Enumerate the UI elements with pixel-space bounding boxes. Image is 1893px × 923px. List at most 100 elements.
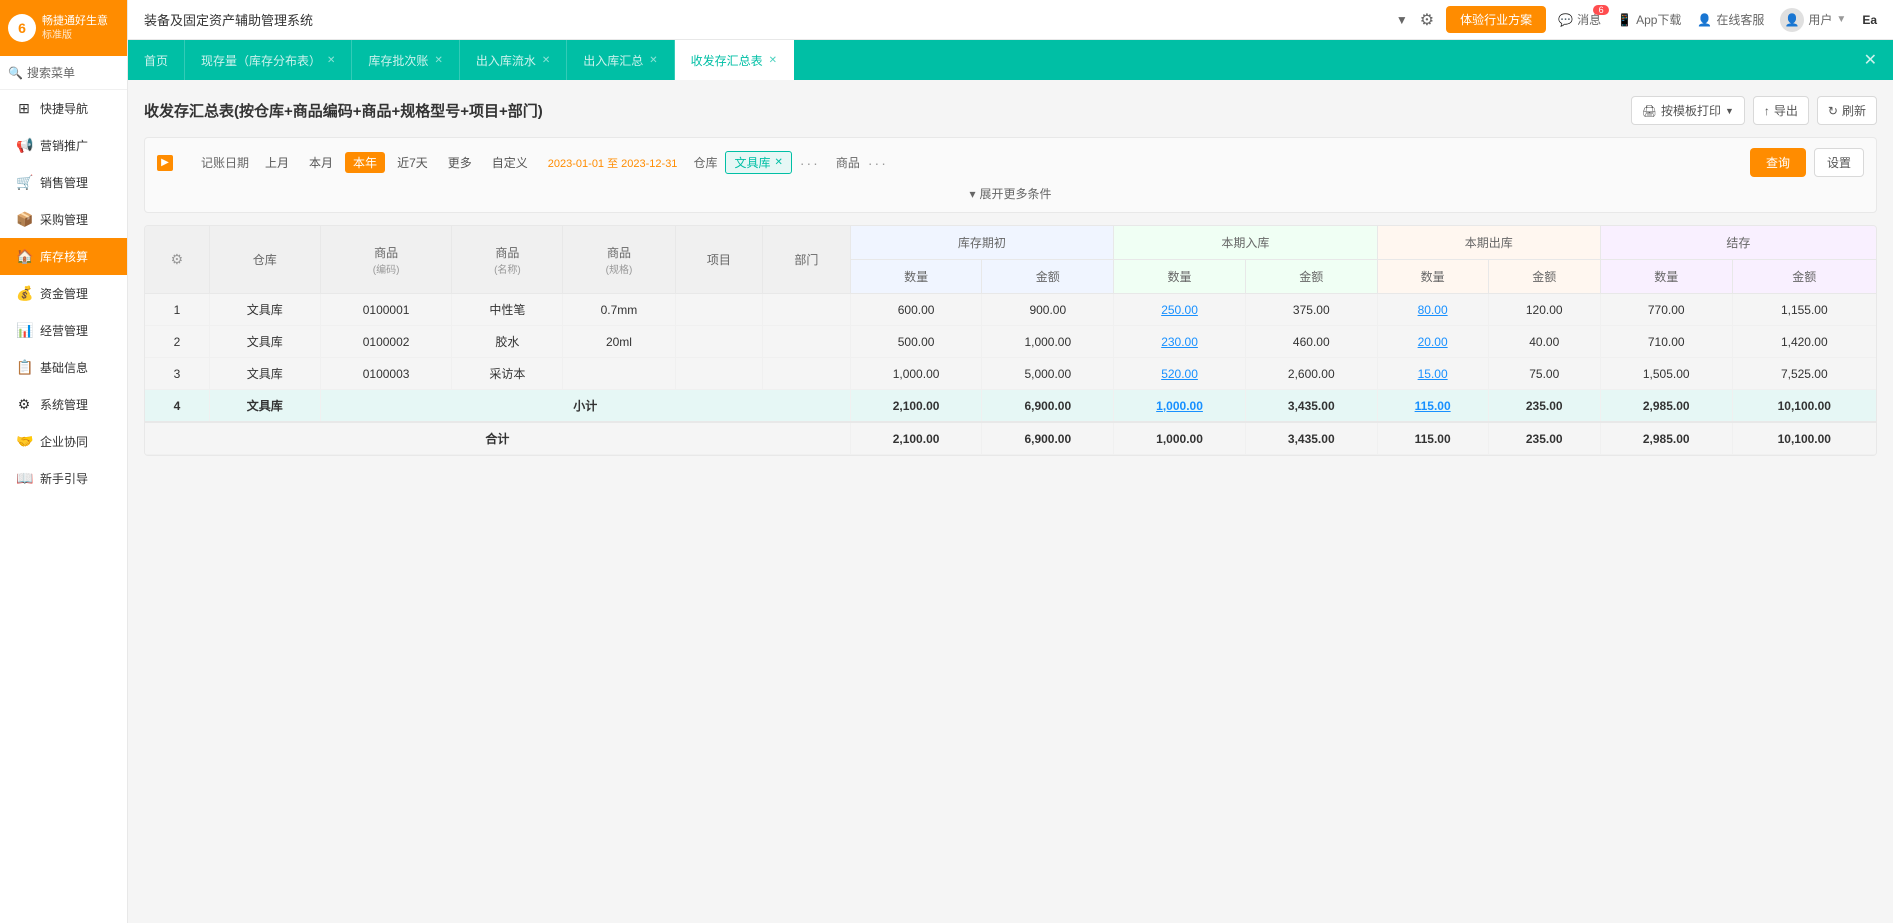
- col-department-header: 部门: [763, 226, 851, 294]
- tab-batch-close[interactable]: ✕: [434, 55, 442, 66]
- tab-receive-summary-label: 收发存汇总表: [691, 52, 763, 69]
- col-opening-qty: 数量: [850, 260, 982, 294]
- subtotal-opening-qty: 2,100.00: [850, 390, 982, 423]
- sidebar-search[interactable]: 🔍 搜索菜单: [0, 56, 127, 90]
- row1-in-amt: 375.00: [1245, 294, 1377, 326]
- sidebar-item-marketing[interactable]: 📢 营销推广: [0, 127, 127, 164]
- footer-closing-qty: 2,985.00: [1600, 422, 1732, 455]
- refresh-btn[interactable]: ↻ 刷新: [1817, 96, 1877, 125]
- notification-item[interactable]: 💬 消息 6: [1558, 11, 1601, 28]
- expand-more-btn[interactable]: ▾ 展开更多条件: [969, 185, 1051, 202]
- date-option-more[interactable]: 更多: [440, 152, 480, 173]
- sidebar-item-system[interactable]: ⚙ 系统管理: [0, 386, 127, 423]
- dropdown-icon: ▼: [1396, 13, 1408, 27]
- row2-closing-amt: 1,420.00: [1732, 326, 1876, 358]
- table-row: 3 文具库 0100003 采访本 1,000.00 5,000.00 520.…: [145, 358, 1876, 390]
- row2-out-qty[interactable]: 20.00: [1377, 326, 1488, 358]
- operations-icon: 📊: [16, 322, 32, 339]
- finance-icon: 💰: [16, 285, 32, 302]
- row3-out-qty[interactable]: 15.00: [1377, 358, 1488, 390]
- tab-receive-summary-close[interactable]: ✕: [769, 55, 777, 66]
- user-item[interactable]: 👤 用户 ▼: [1780, 8, 1846, 32]
- subtotal-in-qty[interactable]: 1,000.00: [1114, 390, 1246, 423]
- tab-inout-flow-close[interactable]: ✕: [542, 55, 550, 66]
- print-label: 按模板打印: [1661, 102, 1721, 119]
- expand-icon: ▾: [969, 187, 975, 201]
- sidebar-label-marketing: 营销推广: [40, 137, 88, 154]
- service-icon: 👤: [1697, 13, 1712, 27]
- tab-batch[interactable]: 库存批次账 ✕: [352, 40, 459, 80]
- subtotal-in-amt: 3,435.00: [1245, 390, 1377, 423]
- filter-toggle-arrow[interactable]: ▶: [157, 155, 173, 171]
- tab-home[interactable]: 首页: [128, 40, 185, 80]
- page-actions: 🖨 按模板打印 ▼ ↑ 导出 ↻ 刷新: [1631, 96, 1877, 125]
- tab-inout-summary[interactable]: 出入库汇总 ✕: [567, 40, 674, 80]
- tabbar-close-all[interactable]: ✕: [1848, 50, 1893, 70]
- experience-btn[interactable]: 体验行业方案: [1446, 6, 1546, 33]
- sidebar-label-purchase: 采购管理: [40, 211, 88, 228]
- guide-icon: 📖: [16, 470, 32, 487]
- tab-inout-flow[interactable]: 出入库流水 ✕: [460, 40, 567, 80]
- date-option-this-month[interactable]: 本月: [301, 152, 341, 173]
- sidebar-item-cooperation[interactable]: 🤝 企业协同: [0, 423, 127, 460]
- date-option-this-year[interactable]: 本年: [345, 152, 385, 173]
- row1-in-qty[interactable]: 250.00: [1114, 294, 1246, 326]
- sidebar-item-inventory[interactable]: 🏠 库存核算: [0, 238, 127, 275]
- product-dots[interactable]: ···: [868, 155, 888, 171]
- row2-in-qty[interactable]: 230.00: [1114, 326, 1246, 358]
- warehouse-label: 仓库: [693, 154, 717, 171]
- row3-product-name: 采访本: [452, 358, 563, 390]
- cooperation-icon: 🤝: [16, 433, 32, 450]
- row2-in-amt: 460.00: [1245, 326, 1377, 358]
- subtotal-out-qty[interactable]: 115.00: [1377, 390, 1488, 423]
- table-row: 1 文具库 0100001 中性笔 0.7mm 600.00 900.00 25…: [145, 294, 1876, 326]
- row3-department: [763, 358, 851, 390]
- table-settings-icon[interactable]: ⚙: [171, 251, 184, 267]
- row1-product-spec: 0.7mm: [563, 294, 675, 326]
- data-table-container: ⚙ 仓库 商品(编码) 商品(名称) 商品(规格) 项目 部门 库存期初 本期入…: [144, 225, 1877, 456]
- sidebar-label-inventory: 库存核算: [40, 248, 88, 265]
- online-service-item[interactable]: 👤 在线客服: [1697, 11, 1764, 28]
- col-product-name-header: 商品(名称): [452, 226, 563, 294]
- sidebar-item-basic-info[interactable]: 📋 基础信息: [0, 349, 127, 386]
- filter-action-btns: 查询 设置: [1750, 148, 1864, 177]
- filter-expand-section: ▾ 展开更多条件: [157, 185, 1864, 202]
- page-title: 收发存汇总表(按仓库+商品编码+商品+规格型号+项目+部门): [144, 100, 543, 121]
- row2-product-name: 胶水: [452, 326, 563, 358]
- warehouse-tag[interactable]: 文具库 ✕: [725, 151, 791, 174]
- content-area: 收发存汇总表(按仓库+商品编码+商品+规格型号+项目+部门) 🖨 按模板打印 ▼…: [128, 80, 1893, 923]
- tab-inout-summary-close[interactable]: ✕: [649, 55, 657, 66]
- date-option-custom[interactable]: 自定义: [484, 152, 536, 173]
- col-settings-header[interactable]: ⚙: [145, 226, 209, 294]
- tab-inventory-dist[interactable]: 现存量（库存分布表） ✕: [185, 40, 352, 80]
- date-label: 记账日期: [201, 154, 249, 171]
- topbar-settings-icon[interactable]: ⚙: [1420, 10, 1434, 30]
- tab-inventory-dist-close[interactable]: ✕: [327, 55, 335, 66]
- row1-out-amt: 120.00: [1488, 294, 1600, 326]
- filter-warehouse-section: 仓库 文具库 ✕ ···: [693, 151, 819, 174]
- date-option-last-month[interactable]: 上月: [257, 152, 297, 173]
- app-download-item[interactable]: 📱 App下载: [1617, 11, 1681, 28]
- sidebar-item-quick-nav[interactable]: ⊞ 快捷导航: [0, 90, 127, 127]
- sidebar-item-guide[interactable]: 📖 新手引导: [0, 460, 127, 497]
- row3-warehouse: 文具库: [209, 358, 320, 390]
- sidebar-item-sales[interactable]: 🛒 销售管理: [0, 164, 127, 201]
- row1-department: [763, 294, 851, 326]
- warehouse-tag-close[interactable]: ✕: [774, 157, 782, 168]
- sidebar-item-finance[interactable]: 💰 资金管理: [0, 275, 127, 312]
- export-btn[interactable]: ↑ 导出: [1753, 96, 1809, 125]
- sidebar: 6 畅捷通好生意 标准版 🔍 搜索菜单 ⊞ 快捷导航 📢 营销推广 🛒 销售管理…: [0, 0, 128, 923]
- tab-receive-summary[interactable]: 收发存汇总表 ✕: [675, 40, 794, 80]
- query-btn[interactable]: 查询: [1750, 148, 1806, 177]
- warehouse-dots[interactable]: ···: [800, 155, 820, 171]
- date-option-7days[interactable]: 近7天: [389, 152, 436, 173]
- row3-in-qty[interactable]: 520.00: [1114, 358, 1246, 390]
- row3-in-amt: 2,600.00: [1245, 358, 1377, 390]
- row1-no: 1: [145, 294, 209, 326]
- filter-product-section: 商品 ···: [836, 154, 888, 171]
- print-btn[interactable]: 🖨 按模板打印 ▼: [1631, 96, 1745, 125]
- sidebar-item-purchase[interactable]: 📦 采购管理: [0, 201, 127, 238]
- sidebar-item-operations[interactable]: 📊 经营管理: [0, 312, 127, 349]
- filter-settings-btn[interactable]: 设置: [1814, 148, 1864, 177]
- row1-out-qty[interactable]: 80.00: [1377, 294, 1488, 326]
